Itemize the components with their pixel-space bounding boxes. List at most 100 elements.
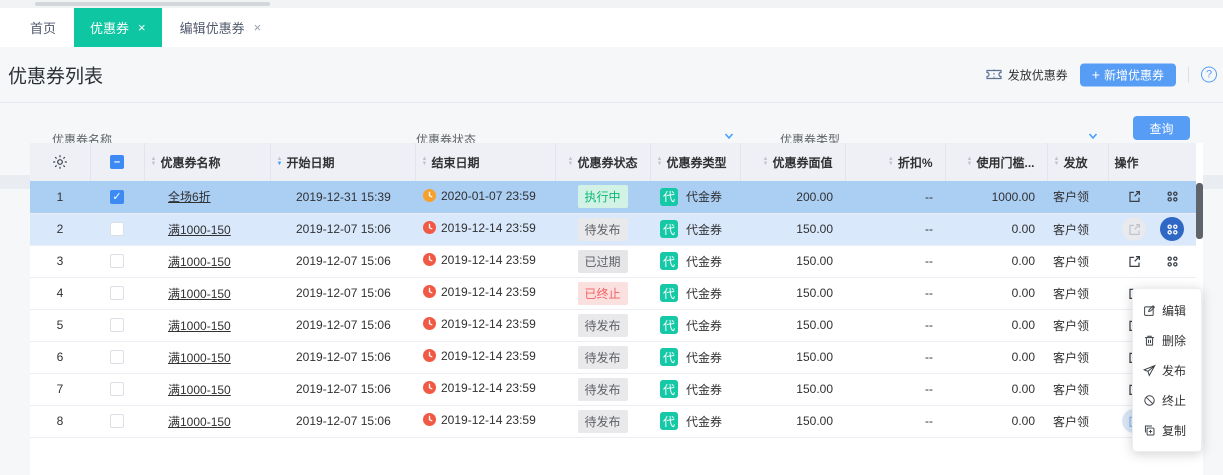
column-header-label: 使用门槛... xyxy=(976,155,1035,170)
column-settings-button[interactable] xyxy=(36,154,84,170)
issue-coupon-button[interactable]: 发放优惠券 xyxy=(986,66,1068,83)
end-date: 2019-12-14 23:59 xyxy=(441,284,536,299)
table-row[interactable]: 4 满1000-150 2019-12-07 15:06 2019-12-14 23:… xyxy=(30,277,1196,310)
chevron-down-icon xyxy=(1088,133,1098,140)
row-checkbox[interactable] xyxy=(110,318,124,333)
status-badge: 已终止 xyxy=(577,281,628,305)
column-header-name[interactable]: ▲ ▼ 优惠券名称 xyxy=(151,154,264,171)
status-badge: 待发布 xyxy=(577,377,628,401)
header-actions: 发放优惠券 + 新增优惠券 ? xyxy=(986,63,1217,86)
threshold-value: 0.00 xyxy=(945,277,1047,310)
tab-home[interactable]: 首页 xyxy=(12,8,74,47)
plus-icon: + xyxy=(1091,66,1100,83)
row-index: 2 xyxy=(30,213,90,246)
table-row[interactable]: 2 满1000-150 2019-12-07 15:06 2019-12-14 23:… xyxy=(30,213,1196,246)
discount-value: -- xyxy=(845,213,945,246)
clock-icon xyxy=(423,381,436,395)
tab-label: 编辑优惠券 xyxy=(179,21,245,36)
coupon-type: 代金券 xyxy=(686,254,723,269)
sort-carets[interactable]: ▲ ▼ xyxy=(1054,156,1060,167)
coupon-name-link[interactable]: 满1000-150 xyxy=(168,351,231,365)
column-header-status[interactable]: ▲ ▼ 优惠券状态 xyxy=(562,154,644,171)
column-header-end[interactable]: ▲ ▼ 结束日期 xyxy=(422,154,549,171)
context-menu-item-删除[interactable]: 删除 xyxy=(1133,325,1201,355)
face-value: 150.00 xyxy=(740,277,845,310)
row-checkbox[interactable] xyxy=(110,382,124,397)
issue-row-button[interactable] xyxy=(1122,217,1146,241)
column-header-label: 开始日期 xyxy=(286,155,335,170)
row-checkbox[interactable]: ✓ xyxy=(110,190,124,205)
sort-carets[interactable]: ▲ ▼ xyxy=(422,156,428,167)
table-scrollbar[interactable] xyxy=(1196,183,1203,239)
face-value: 150.00 xyxy=(740,373,845,406)
column-header-discount[interactable]: ▲ ▼ 折扣% xyxy=(852,154,939,171)
coupon-name-link[interactable]: 满1000-150 xyxy=(168,319,231,333)
divider xyxy=(1188,66,1189,83)
table-row[interactable]: 5 满1000-150 2019-12-07 15:06 2019-12-14 23:… xyxy=(30,309,1196,342)
coupon-type-icon: 代 xyxy=(660,348,678,366)
row-index: 8 xyxy=(30,405,90,438)
sort-carets[interactable]: ▲ ▼ xyxy=(763,156,769,167)
threshold-value: 0.00 xyxy=(945,341,1047,374)
start-date: 2019-12-07 15:06 xyxy=(270,245,415,278)
help-icon[interactable]: ? xyxy=(1201,66,1217,83)
sort-carets[interactable]: ▲ ▼ xyxy=(657,156,663,167)
add-coupon-button[interactable]: + 新增优惠券 xyxy=(1079,63,1176,86)
column-header-label: 优惠券名称 xyxy=(160,155,221,170)
coupon-type: 代金券 xyxy=(686,222,723,237)
coupon-name-link[interactable]: 满1000-150 xyxy=(168,255,231,269)
more-actions-button[interactable] xyxy=(1160,249,1184,273)
more-actions-button[interactable] xyxy=(1160,185,1184,209)
row-checkbox[interactable] xyxy=(110,222,124,237)
clock-icon xyxy=(423,317,436,331)
column-header-threshold[interactable]: ▲ ▼ 使用门槛... xyxy=(952,154,1041,171)
sort-carets[interactable]: ▲ ▼ xyxy=(568,156,574,167)
sort-carets[interactable]: ▲ ▼ xyxy=(888,156,894,167)
table-row[interactable]: 1 ✓ 全场6折 2019-12-31 15:39 2020-01-07 23:59 执行… xyxy=(30,181,1196,214)
row-checkbox[interactable] xyxy=(110,286,124,301)
column-header-face[interactable]: ▲ ▼ 优惠券面值 xyxy=(747,154,839,171)
context-menu-item-编辑[interactable]: 编辑 xyxy=(1133,295,1201,325)
column-header-issue[interactable]: ▲ ▼ 发放 xyxy=(1054,154,1102,171)
status-badge: 待发布 xyxy=(577,345,628,369)
search-button[interactable]: 查询 xyxy=(1133,116,1190,140)
coupon-name-link[interactable]: 满1000-150 xyxy=(168,415,231,429)
context-menu-item-终止[interactable]: 终止 xyxy=(1133,385,1201,415)
coupon-type-icon: 代 xyxy=(660,284,678,302)
context-menu-item-复制[interactable]: 复制 xyxy=(1133,415,1201,445)
coupon-name-link[interactable]: 满1000-150 xyxy=(168,223,231,237)
context-menu-item-发布[interactable]: 发布 xyxy=(1133,355,1201,385)
coupon-type-icon: 代 xyxy=(660,220,678,238)
sort-carets[interactable]: ▲ ▼ xyxy=(967,156,973,167)
row-checkbox[interactable] xyxy=(110,414,124,429)
table-row[interactable]: 6 满1000-150 2019-12-07 15:06 2019-12-14 23:… xyxy=(30,341,1196,374)
row-checkbox[interactable] xyxy=(110,254,124,269)
coupon-name-link[interactable]: 满1000-150 xyxy=(168,383,231,397)
column-header-type[interactable]: ▲ ▼ 优惠券类型 xyxy=(657,154,734,171)
coupon-name-link[interactable]: 全场6折 xyxy=(168,190,211,204)
select-all-checkbox[interactable]: – xyxy=(110,155,124,170)
discount-value: -- xyxy=(845,373,945,406)
issue-row-button[interactable] xyxy=(1122,185,1146,209)
row-checkbox[interactable] xyxy=(110,350,124,365)
row-index: 4 xyxy=(30,277,90,310)
clock-icon xyxy=(423,221,436,235)
coupon-name-link[interactable]: 满1000-150 xyxy=(168,287,231,301)
share-icon xyxy=(1128,255,1140,267)
sort-carets[interactable]: ▲ ▼ xyxy=(277,156,283,167)
threshold-value: 0.00 xyxy=(945,213,1047,246)
more-actions-button[interactable] xyxy=(1160,217,1184,241)
table-row[interactable]: 8 满1000-150 2019-12-07 15:06 2019-12-14 23:… xyxy=(30,405,1196,438)
close-icon[interactable]: × xyxy=(138,20,146,35)
chevron-down-icon xyxy=(724,133,734,140)
close-icon[interactable]: × xyxy=(254,20,262,35)
discount-value: -- xyxy=(845,405,945,438)
table-row[interactable]: 7 满1000-150 2019-12-07 15:06 2019-12-14 23:… xyxy=(30,373,1196,406)
horizontal-scrollbar[interactable] xyxy=(35,2,270,6)
tab-coupon[interactable]: 优惠券 × xyxy=(74,8,162,47)
tab-edit-coupon[interactable]: 编辑优惠券 × xyxy=(162,8,280,47)
column-header-start[interactable]: ▲ ▼ 开始日期 xyxy=(277,154,409,171)
issue-row-button[interactable] xyxy=(1122,249,1146,273)
sort-carets[interactable]: ▲ ▼ xyxy=(151,156,157,167)
table-row[interactable]: 3 满1000-150 2019-12-07 15:06 2019-12-14 23:… xyxy=(30,245,1196,278)
